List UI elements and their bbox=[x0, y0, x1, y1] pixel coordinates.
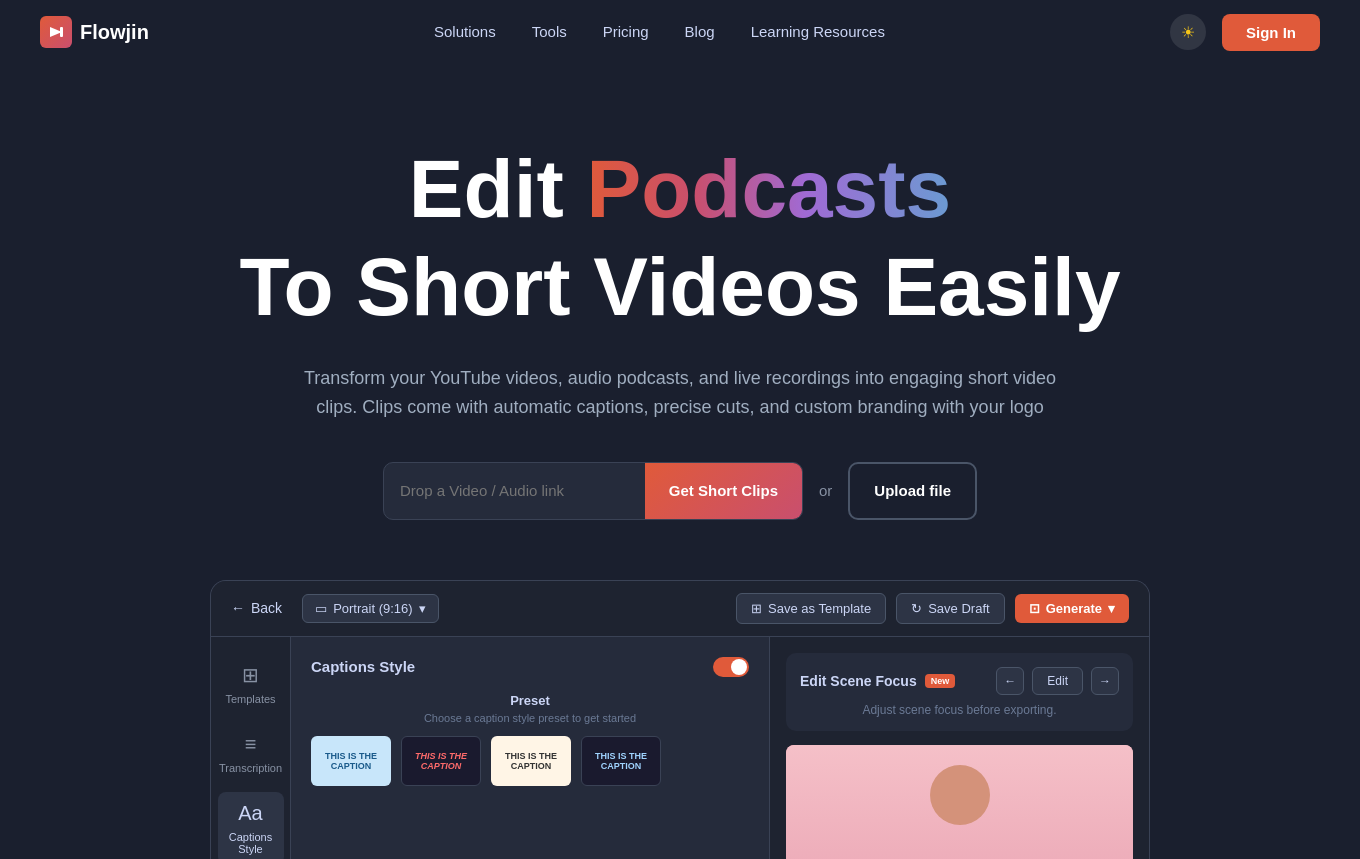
captions-header: Captions Style bbox=[311, 657, 749, 677]
nav-links: Solutions Tools Pricing Blog Learning Re… bbox=[434, 23, 885, 41]
person-head bbox=[930, 765, 990, 825]
portrait-label: Portrait (9:16) bbox=[333, 601, 412, 616]
transcription-icon: ≡ bbox=[245, 733, 257, 756]
transcription-label: Transcription bbox=[219, 762, 282, 774]
preview-sidebar: ⊞ Templates ≡ Transcription Aa Captions … bbox=[211, 637, 291, 859]
cta-row: Get Short Clips or Upload file bbox=[40, 462, 1320, 520]
hero-subtitle: Transform your YouTube videos, audio pod… bbox=[300, 364, 1060, 422]
nav-learning-resources[interactable]: Learning Resources bbox=[751, 23, 885, 40]
nav-tools[interactable]: Tools bbox=[532, 23, 567, 40]
preview-main-panel: Captions Style Preset Choose a caption s… bbox=[291, 637, 769, 859]
preset-section: Preset Choose a caption style preset to … bbox=[311, 693, 749, 786]
sign-in-button[interactable]: Sign In bbox=[1222, 14, 1320, 51]
back-button[interactable]: ← Back bbox=[231, 600, 282, 616]
preset-label: Preset bbox=[311, 693, 749, 708]
caption-preset-2[interactable]: THIS IS THE CAPTION bbox=[401, 736, 481, 786]
nav-blog[interactable]: Blog bbox=[685, 23, 715, 40]
scene-prev-button[interactable]: ← bbox=[996, 667, 1024, 695]
or-label: or bbox=[819, 482, 832, 499]
captions-style-title: Captions Style bbox=[311, 658, 415, 675]
hero-title-line1: Edit Podcasts bbox=[40, 144, 1320, 234]
logo-icon bbox=[40, 16, 72, 48]
hero-word-edit: Edit bbox=[409, 143, 587, 234]
preview-right-panel: Edit Scene Focus New ← Edit → Adjust sce… bbox=[769, 637, 1149, 859]
portrait-selector[interactable]: ▭ Portrait (9:16) ▾ bbox=[302, 594, 438, 623]
preview-topbar: ← Back ▭ Portrait (9:16) ▾ ⊞ Save as Tem… bbox=[211, 581, 1149, 637]
caption-preset-4[interactable]: This is the caption bbox=[581, 736, 661, 786]
generate-button[interactable]: ⊡ Generate ▾ bbox=[1015, 594, 1129, 623]
nav-right: ☀ Sign In bbox=[1170, 14, 1320, 51]
caption-presets: THIS IS THE CAPTION THIS IS THE CAPTION … bbox=[311, 736, 749, 786]
templates-icon: ⊞ bbox=[242, 663, 259, 687]
draft-icon: ↻ bbox=[911, 601, 922, 616]
save-template-button[interactable]: ⊞ Save as Template bbox=[736, 593, 886, 624]
topbar-left: ← Back ▭ Portrait (9:16) ▾ bbox=[231, 594, 439, 623]
chevron-down-icon: ▾ bbox=[419, 601, 426, 616]
theme-toggle-button[interactable]: ☀ bbox=[1170, 14, 1206, 50]
logo-text: Flowjin bbox=[80, 21, 149, 44]
generate-icon: ⊡ bbox=[1029, 601, 1040, 616]
logo[interactable]: Flowjin bbox=[40, 16, 149, 48]
caption-preset-1[interactable]: THIS IS THE CAPTION bbox=[311, 736, 391, 786]
hero-title-line2: To Short Videos Easily bbox=[40, 242, 1320, 332]
generate-chevron-icon: ▾ bbox=[1108, 601, 1115, 616]
url-input-wrapper: Get Short Clips bbox=[383, 462, 803, 520]
back-label: Back bbox=[251, 600, 282, 616]
video-thumbnail bbox=[786, 745, 1133, 859]
nav-pricing[interactable]: Pricing bbox=[603, 23, 649, 40]
preview-content: ⊞ Templates ≡ Transcription Aa Captions … bbox=[211, 637, 1149, 859]
templates-label: Templates bbox=[225, 693, 275, 705]
toggle-knob bbox=[731, 659, 747, 675]
save-draft-button[interactable]: ↻ Save Draft bbox=[896, 593, 1004, 624]
caption-preset-3[interactable]: This is the caption bbox=[491, 736, 571, 786]
scene-focus-desc: Adjust scene focus before exporting. bbox=[800, 703, 1119, 717]
nav-solutions[interactable]: Solutions bbox=[434, 23, 496, 40]
preset-sublabel: Choose a caption style preset to get sta… bbox=[311, 712, 749, 724]
scene-nav: ← Edit → bbox=[996, 667, 1119, 695]
hero-section: Edit Podcasts To Short Videos Easily Tra… bbox=[0, 64, 1360, 859]
upload-file-button[interactable]: Upload file bbox=[848, 462, 977, 520]
navbar: Flowjin Solutions Tools Pricing Blog Lea… bbox=[0, 0, 1360, 64]
hero-word-podcasts: Podcasts bbox=[587, 143, 952, 234]
topbar-right: ⊞ Save as Template ↻ Save Draft ⊡ Genera… bbox=[736, 593, 1129, 624]
scene-focus-card: Edit Scene Focus New ← Edit → Adjust sce… bbox=[786, 653, 1133, 731]
captions-toggle[interactable] bbox=[713, 657, 749, 677]
sidebar-captions-style[interactable]: Aa Captions Style bbox=[218, 792, 284, 859]
captions-icon: Aa bbox=[238, 802, 262, 825]
captions-label: Captions Style bbox=[226, 831, 276, 855]
sidebar-templates[interactable]: ⊞ Templates bbox=[218, 653, 284, 715]
scene-focus-title: Edit Scene Focus New bbox=[800, 673, 955, 689]
template-icon: ⊞ bbox=[751, 601, 762, 616]
back-arrow-icon: ← bbox=[231, 600, 245, 616]
new-badge: New bbox=[925, 674, 956, 688]
svg-rect-0 bbox=[60, 27, 63, 37]
scene-focus-header: Edit Scene Focus New ← Edit → bbox=[800, 667, 1119, 695]
portrait-icon: ▭ bbox=[315, 601, 327, 616]
url-input[interactable] bbox=[384, 482, 645, 499]
scene-edit-button[interactable]: Edit bbox=[1032, 667, 1083, 695]
sidebar-transcription[interactable]: ≡ Transcription bbox=[218, 723, 284, 784]
app-preview: ← Back ▭ Portrait (9:16) ▾ ⊞ Save as Tem… bbox=[210, 580, 1150, 859]
get-short-clips-button[interactable]: Get Short Clips bbox=[645, 463, 802, 519]
scene-next-button[interactable]: → bbox=[1091, 667, 1119, 695]
